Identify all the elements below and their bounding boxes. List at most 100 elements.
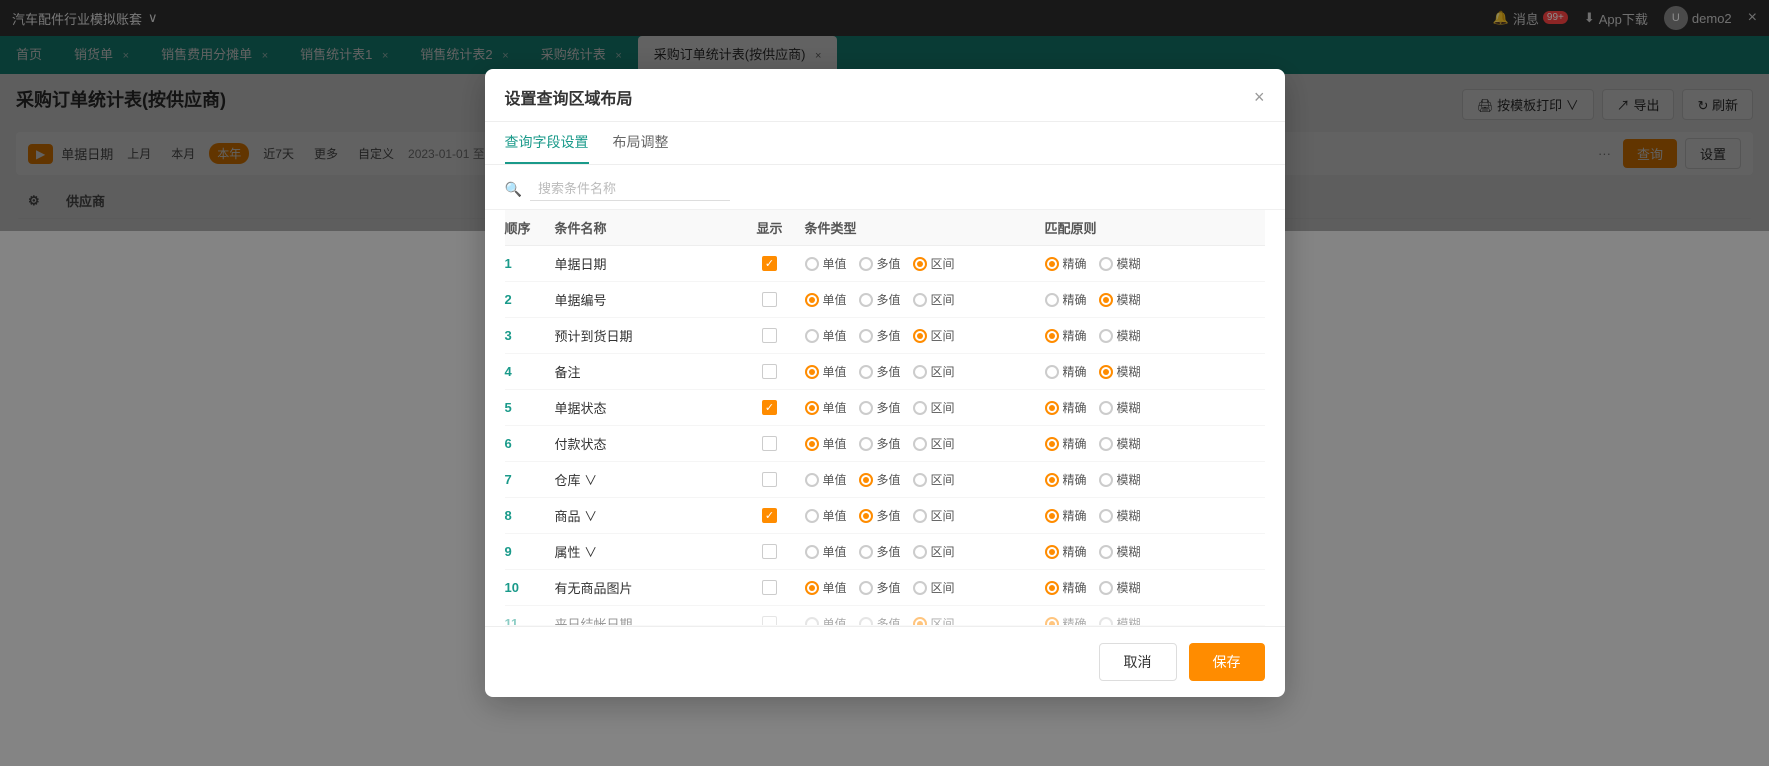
match-fuzzy-opt[interactable]: 模糊: [1099, 579, 1141, 596]
type-range-opt[interactable]: 区间: [913, 291, 955, 308]
search-input[interactable]: [530, 177, 730, 201]
type-single-opt[interactable]: 单值: [805, 435, 847, 452]
type-multi-opt[interactable]: 多值: [859, 543, 901, 560]
type-multi-radio[interactable]: [859, 581, 873, 595]
type-range-radio[interactable]: [913, 329, 927, 343]
type-multi-radio[interactable]: [859, 545, 873, 559]
type-range-radio[interactable]: [913, 365, 927, 379]
type-single-radio[interactable]: [805, 329, 819, 343]
match-exact-opt[interactable]: 精确: [1045, 471, 1087, 488]
row-display-cb[interactable]: [735, 436, 805, 451]
type-single-radio[interactable]: [805, 545, 819, 559]
display-checkbox[interactable]: [762, 544, 777, 559]
match-fuzzy-radio[interactable]: [1099, 293, 1113, 307]
match-exact-radio[interactable]: [1045, 257, 1059, 271]
match-exact-opt[interactable]: 精确: [1045, 507, 1087, 524]
match-exact-radio[interactable]: [1045, 329, 1059, 343]
type-range-radio[interactable]: [913, 545, 927, 559]
type-range-radio[interactable]: [913, 509, 927, 523]
type-single-opt[interactable]: 单值: [805, 327, 847, 344]
type-single-opt[interactable]: 单值: [805, 471, 847, 488]
type-single-opt[interactable]: 单值: [805, 291, 847, 308]
type-single-opt[interactable]: 单值: [805, 255, 847, 272]
type-single-radio[interactable]: [805, 365, 819, 379]
type-single-radio[interactable]: [805, 473, 819, 487]
type-multi-opt[interactable]: 多值: [859, 399, 901, 416]
display-checkbox[interactable]: [762, 508, 777, 523]
type-single-radio[interactable]: [805, 293, 819, 307]
type-range-radio[interactable]: [913, 293, 927, 307]
type-multi-opt[interactable]: 多值: [859, 435, 901, 452]
type-multi-radio[interactable]: [859, 437, 873, 451]
match-exact-opt[interactable]: 精确: [1045, 579, 1087, 596]
display-checkbox[interactable]: [762, 364, 777, 379]
type-range-opt[interactable]: 区间: [913, 471, 955, 488]
type-range-opt[interactable]: 区间: [913, 255, 955, 272]
type-multi-radio[interactable]: [859, 329, 873, 343]
match-fuzzy-radio[interactable]: [1099, 401, 1113, 415]
display-checkbox[interactable]: [762, 616, 777, 626]
row-display-cb[interactable]: [735, 472, 805, 487]
match-fuzzy-opt[interactable]: 模糊: [1099, 327, 1141, 344]
type-single-radio[interactable]: [805, 437, 819, 451]
match-exact-radio[interactable]: [1045, 581, 1059, 595]
modal-close-btn[interactable]: ×: [1254, 87, 1265, 108]
display-checkbox[interactable]: [762, 256, 777, 271]
display-checkbox[interactable]: [762, 436, 777, 451]
type-range-radio[interactable]: [913, 257, 927, 271]
row-display-cb[interactable]: [735, 544, 805, 559]
match-fuzzy-radio[interactable]: [1099, 329, 1113, 343]
type-single-opt[interactable]: 单值: [805, 363, 847, 380]
display-checkbox[interactable]: [762, 328, 777, 343]
type-multi-radio[interactable]: [859, 257, 873, 271]
type-single-opt[interactable]: 单值: [805, 507, 847, 524]
match-exact-opt[interactable]: 精确: [1045, 291, 1087, 308]
match-exact-opt[interactable]: 精确: [1045, 255, 1087, 272]
tab-layout-adjust[interactable]: 布局调整: [613, 122, 669, 164]
row-display-cb[interactable]: [735, 616, 805, 626]
match-fuzzy-opt[interactable]: 模糊: [1099, 507, 1141, 524]
row-display-cb[interactable]: [735, 400, 805, 415]
match-fuzzy-radio[interactable]: [1099, 437, 1113, 451]
type-multi-radio[interactable]: [859, 401, 873, 415]
display-checkbox[interactable]: [762, 292, 777, 307]
match-fuzzy-opt[interactable]: 模糊: [1099, 543, 1141, 560]
type-range-opt[interactable]: 区间: [913, 363, 955, 380]
save-button[interactable]: 保存: [1189, 643, 1265, 681]
type-multi-opt[interactable]: 多值: [859, 363, 901, 380]
row-display-cb[interactable]: [735, 328, 805, 343]
match-fuzzy-radio[interactable]: [1099, 473, 1113, 487]
type-range-radio[interactable]: [913, 473, 927, 487]
tab-query-fields[interactable]: 查询字段设置: [505, 122, 589, 164]
type-single-opt[interactable]: 单值: [805, 543, 847, 560]
type-multi-radio[interactable]: [859, 365, 873, 379]
type-single-radio[interactable]: [805, 509, 819, 523]
match-exact-radio[interactable]: [1045, 365, 1059, 379]
match-exact-opt[interactable]: 精确: [1045, 399, 1087, 416]
match-fuzzy-opt[interactable]: 模糊: [1099, 435, 1141, 452]
display-checkbox[interactable]: [762, 472, 777, 487]
type-range-opt[interactable]: 区间: [913, 399, 955, 416]
match-fuzzy-radio[interactable]: [1099, 581, 1113, 595]
match-fuzzy-opt[interactable]: 模糊: [1099, 363, 1141, 380]
match-exact-radio[interactable]: [1045, 545, 1059, 559]
match-exact-radio[interactable]: [1045, 437, 1059, 451]
match-exact-radio[interactable]: [1045, 293, 1059, 307]
type-range-opt[interactable]: 区间: [913, 579, 955, 596]
match-fuzzy-opt[interactable]: 模糊: [1099, 471, 1141, 488]
match-fuzzy-radio[interactable]: [1099, 257, 1113, 271]
row-display-cb[interactable]: [735, 580, 805, 595]
type-multi-radio[interactable]: [859, 293, 873, 307]
match-exact-opt[interactable]: 精确: [1045, 363, 1087, 380]
type-single-radio[interactable]: [805, 401, 819, 415]
match-exact-radio[interactable]: [1045, 509, 1059, 523]
type-single-radio[interactable]: [805, 581, 819, 595]
type-single-opt[interactable]: 单值: [805, 399, 847, 416]
match-exact-opt[interactable]: 精确: [1045, 435, 1087, 452]
type-multi-opt[interactable]: 多值: [859, 291, 901, 308]
type-range-opt[interactable]: 区间: [913, 543, 955, 560]
type-range-radio[interactable]: [913, 401, 927, 415]
type-single-opt[interactable]: 单值: [805, 579, 847, 596]
display-checkbox[interactable]: [762, 400, 777, 415]
match-fuzzy-opt[interactable]: 模糊: [1099, 399, 1141, 416]
